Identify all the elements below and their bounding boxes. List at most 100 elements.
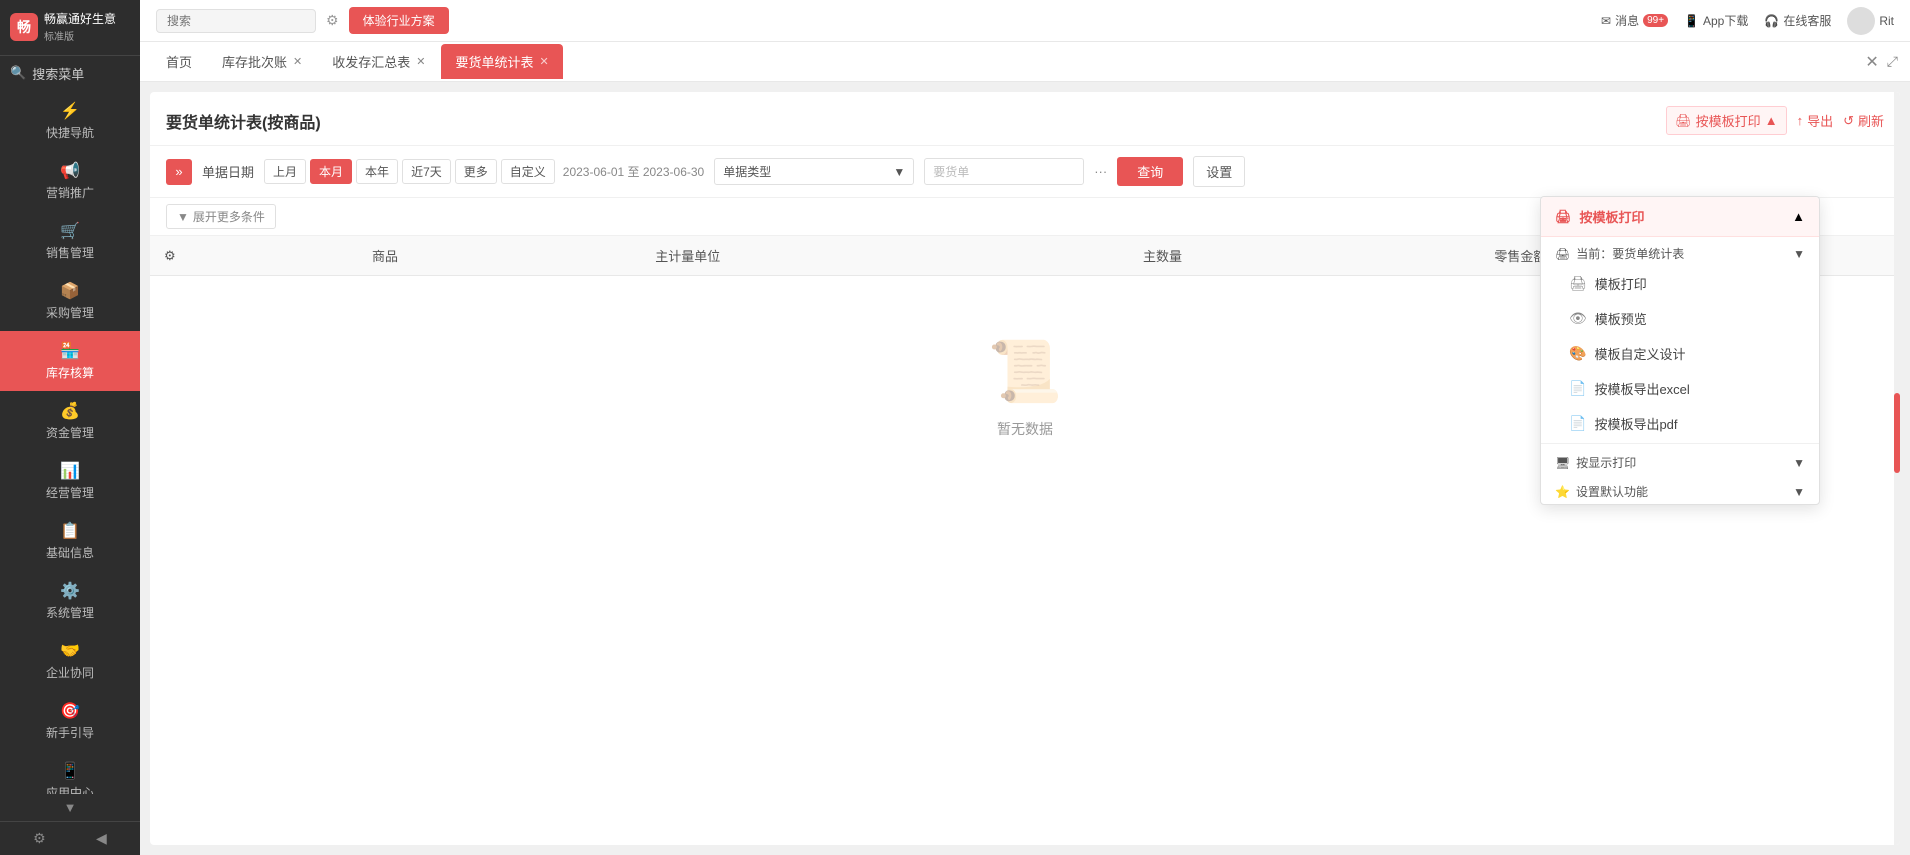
dropdown-item-export-excel[interactable]: 📄 按模板导出excel (1541, 371, 1819, 406)
order-type-select[interactable]: 单据类型 ▼ (714, 158, 914, 185)
sidebar-item-operations[interactable]: 📊 经营管理 (0, 451, 140, 511)
template-design-icon: 🎨 (1569, 345, 1586, 362)
sidebar-item-marketing[interactable]: 📢 营销推广 (0, 151, 140, 211)
more-options-dots[interactable]: ··· (1094, 164, 1107, 179)
collapse-sidebar-btn[interactable]: ◀ (96, 830, 107, 847)
display-print-section[interactable]: 🖥 按显示打印 ▼ (1541, 446, 1819, 475)
sidebar-item-quicknav[interactable]: ⚡ 快捷导航 (0, 91, 140, 151)
date-group: 上月 本月 本年 近7天 更多 自定义 2023-06-01 至 2023-06… (264, 159, 704, 184)
dropdown-item-template-design[interactable]: 🎨 模板自定义设计 (1541, 336, 1819, 371)
date-custom-btn[interactable]: 自定义 (501, 159, 555, 184)
phone-icon: 📱 (1684, 14, 1699, 28)
sidebar-item-purchase[interactable]: 📦 采购管理 (0, 271, 140, 331)
required-goods-placeholder: 要货单 (933, 163, 969, 180)
print-icon: 🖨 (1675, 113, 1692, 129)
sidebar-item-basics[interactable]: 📋 基础信息 (0, 511, 140, 571)
date-last-7-days-btn[interactable]: 近7天 (402, 159, 451, 184)
dropdown-collapse-icon[interactable]: ▲ (1792, 209, 1805, 224)
sales-icon: 🛒 (60, 221, 80, 241)
messages-btn[interactable]: ✉ 消息 99+ (1601, 12, 1668, 29)
quicknav-icon: ⚡ (60, 101, 80, 121)
current-section-chevron: ▼ (1793, 247, 1805, 261)
guide-icon: 🎯 (60, 701, 80, 721)
purchase-icon: 📦 (60, 281, 80, 301)
date-prev-month-btn[interactable]: 上月 (264, 159, 306, 184)
right-scrollbar (1894, 92, 1900, 845)
tab-home[interactable]: 首页 (152, 44, 206, 79)
set-default-section[interactable]: ⭐ 设置默认功能 ▼ (1541, 475, 1819, 504)
template-preview-icon: 👁 (1569, 310, 1587, 327)
display-print-icon: 🖥 (1555, 456, 1570, 470)
sidebar-search[interactable]: 🔍 搜索菜单 (0, 56, 140, 91)
sidebar-item-system[interactable]: ⚙️ 系统管理 (0, 571, 140, 631)
filter-expand-btn[interactable]: » (166, 159, 192, 185)
query-btn[interactable]: 查询 (1117, 157, 1183, 186)
topbar-gear-icon[interactable]: ⚙ (326, 12, 339, 29)
user-avatar (1847, 7, 1875, 35)
trial-industry-btn[interactable]: 体验行业方案 (349, 7, 449, 34)
app-download-btn[interactable]: 📱 App下载 (1684, 12, 1748, 29)
print-template-btn[interactable]: 🖨 按模板打印 ▲ (1666, 106, 1786, 135)
system-icon: ⚙️ (60, 581, 80, 601)
settings-btn[interactable]: 设置 (1193, 156, 1245, 187)
tab-receipt-summary[interactable]: 收发存汇总表 ✕ (318, 44, 439, 79)
refresh-btn[interactable]: ↺ 刷新 (1843, 111, 1884, 130)
tab-bar: 首页 库存批次账 ✕ 收发存汇总表 ✕ 要货单统计表 ✕ ✕ ⤢ (140, 42, 1910, 82)
user-avatar-area[interactable]: Rit (1847, 7, 1894, 35)
date-current-month-btn[interactable]: 本月 (310, 159, 352, 184)
sidebar-footer: ⚙ ◀ (0, 821, 140, 855)
username-label: Rit (1879, 14, 1894, 28)
sidebar-nav: ⚡ 快捷导航 📢 营销推广 🛒 销售管理 📦 采购管理 🏪 库存核算 💰 资金管… (0, 91, 140, 794)
sidebar-item-collab[interactable]: 🤝 企业协同 (0, 631, 140, 691)
display-print-chevron: ▼ (1793, 456, 1805, 470)
date-more-btn[interactable]: 更多 (455, 159, 497, 184)
dropdown-header[interactable]: 🖨 按模板打印 ▲ (1541, 197, 1819, 237)
sidebar-item-appstore[interactable]: 📱 应用中心 (0, 751, 140, 794)
main-content: ⚙ 体验行业方案 ✉ 消息 99+ 📱 App下载 🎧 在线客服 Rit (140, 0, 1910, 855)
tab-inventory-batch[interactable]: 库存批次账 ✕ (208, 44, 316, 79)
tab-close-inventory-batch[interactable]: ✕ (293, 55, 302, 68)
dropdown-item-export-pdf[interactable]: 📄 按模板导出pdf (1541, 406, 1819, 441)
table-gear-icon[interactable]: ⚙ (164, 248, 176, 263)
tab-expand-btn[interactable]: ⤢ (1887, 53, 1898, 70)
refresh-icon: ↺ (1843, 113, 1854, 129)
col-qty: 主数量 (1129, 236, 1480, 276)
date-label: 单据日期 (202, 162, 254, 181)
topbar-search-input[interactable] (156, 9, 316, 33)
col-gear[interactable]: ⚙ (150, 236, 358, 276)
inventory-icon: 🏪 (60, 341, 80, 361)
dropdown-item-template-preview[interactable]: 👁 模板预览 (1541, 301, 1819, 336)
tab-requisition-stats[interactable]: 要货单统计表 ✕ (441, 44, 562, 79)
export-btn[interactable]: ↑ 导出 (1797, 111, 1834, 130)
date-current-year-btn[interactable]: 本年 (356, 159, 398, 184)
current-section-header[interactable]: 🖨 当前：要货单统计表 ▼ (1541, 237, 1819, 266)
expand-more-conditions-btn[interactable]: ▼ 展开更多条件 (166, 204, 276, 229)
search-icon: 🔍 (10, 65, 26, 81)
export-excel-icon: 📄 (1569, 380, 1586, 397)
filter-row: » 单据日期 上月 本月 本年 近7天 更多 自定义 2023-06-01 至 … (150, 146, 1900, 198)
print-template-dropdown: 🖨 按模板打印 ▲ 🖨 当前：要货单统计表 ▼ 🖨 模板打印 👁 模板预览 (1540, 196, 1820, 505)
sidebar-item-guide[interactable]: 🎯 新手引导 (0, 691, 140, 751)
marketing-icon: 📢 (60, 161, 80, 181)
sidebar-item-inventory[interactable]: 🏪 库存核算 (0, 331, 140, 391)
date-range-label: 2023-06-01 至 2023-06-30 (563, 163, 704, 180)
chevron-down-icon: ▼ (893, 165, 905, 179)
sidebar-item-sales[interactable]: 🛒 销售管理 (0, 211, 140, 271)
scrollbar-thumb (1894, 393, 1900, 473)
page-title: 要货单统计表(按商品) (166, 109, 321, 133)
tab-close-requisition-stats[interactable]: ✕ (540, 55, 549, 68)
page-actions: 🖨 按模板打印 ▲ ↑ 导出 ↺ 刷新 (1666, 106, 1884, 135)
sidebar-scroll-down[interactable]: ▼ (0, 794, 140, 821)
tab-close-receipt-summary[interactable]: ✕ (416, 55, 425, 68)
online-service-btn[interactable]: 🎧 在线客服 (1764, 12, 1831, 29)
sidebar-item-finance[interactable]: 💰 资金管理 (0, 391, 140, 451)
printer-icon: 🖨 (1555, 209, 1572, 225)
tab-close-window-btn[interactable]: ✕ (1865, 52, 1878, 72)
topbar-right: ✉ 消息 99+ 📱 App下载 🎧 在线客服 Rit (1601, 7, 1894, 35)
required-goods-input[interactable]: 要货单 (924, 158, 1084, 185)
settings-footer-icon[interactable]: ⚙ (33, 830, 46, 847)
sidebar-logo: 畅 畅赢通好生意 标准版 (0, 0, 140, 56)
dropdown-item-template-print[interactable]: 🖨 模板打印 (1541, 266, 1819, 301)
basics-icon: 📋 (60, 521, 80, 541)
set-default-chevron: ▼ (1793, 485, 1805, 499)
